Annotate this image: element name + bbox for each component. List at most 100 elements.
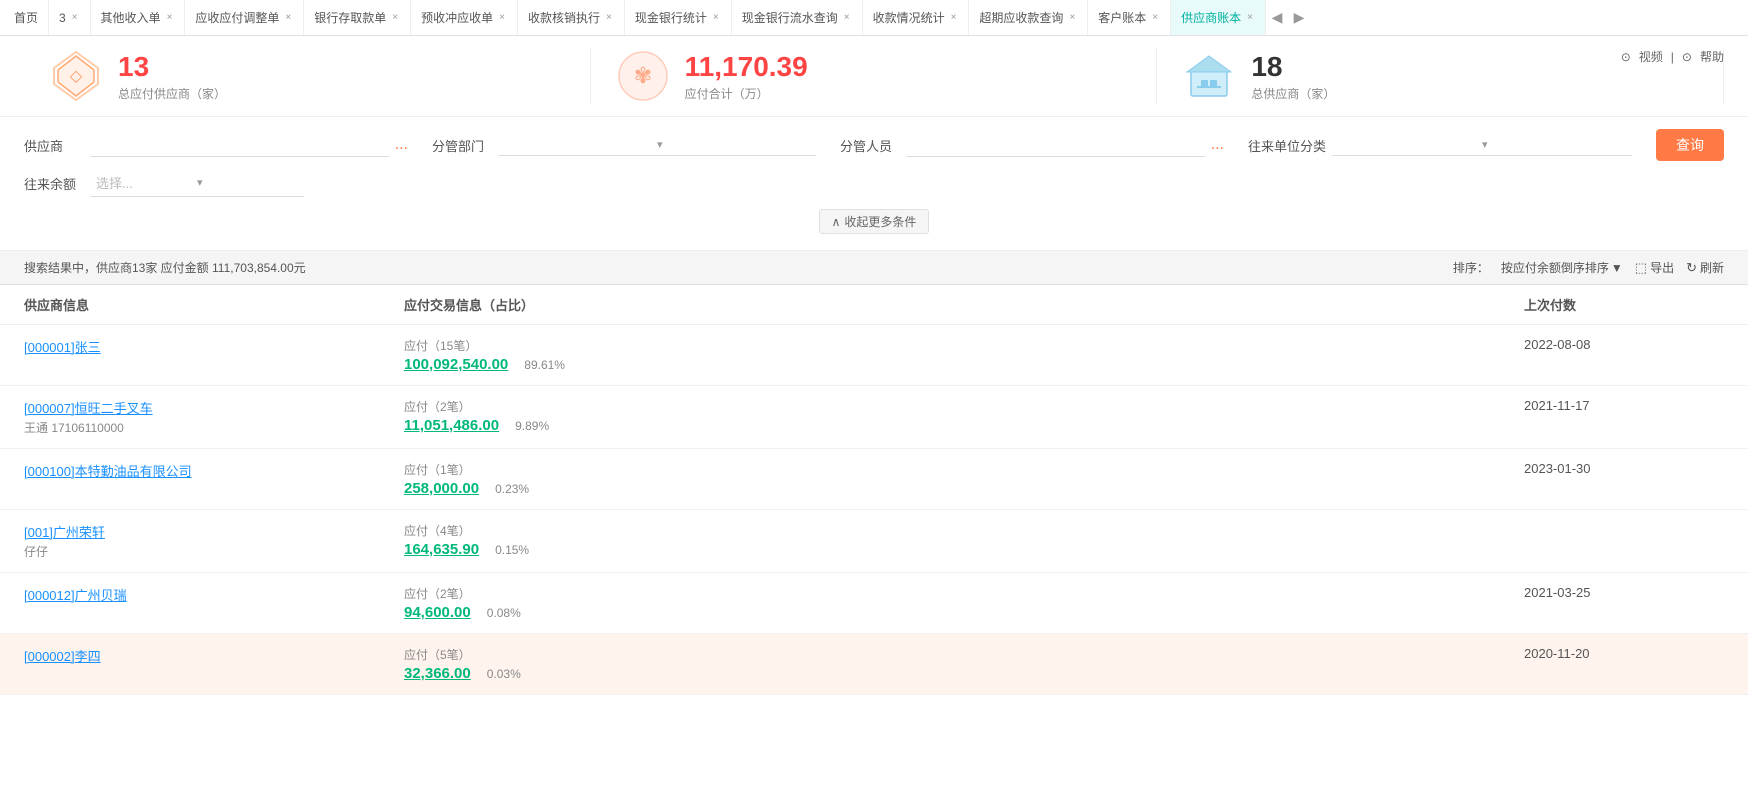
tx-amount-1[interactable]: 100,092,540.00 xyxy=(404,356,508,373)
nav-tab-bank-deposit[interactable]: 银行存取款单 × xyxy=(304,0,411,36)
nav-tab-other-income-close[interactable]: × xyxy=(165,11,175,24)
supplier-info-5: [000012]广州贝瑞 xyxy=(24,585,404,604)
tx-amount-2[interactable]: 11,051,486.00 xyxy=(404,417,499,434)
nav-tab-supplier-ledger-label: 供应商账本 xyxy=(1181,9,1241,26)
table-row[interactable]: [000012]广州贝瑞 应付（2笔） 94,600.00 0.08% 2021… xyxy=(0,573,1748,634)
supplier-link-4[interactable]: [001]广州荣轩 xyxy=(24,522,404,541)
filter-section: 供应商 ... 分管部门 ▾ 分管人员 ... 往来单位分类 ▾ 查询 xyxy=(0,117,1748,251)
supplier-info-4: [001]广州荣轩 仔仔 xyxy=(24,522,404,560)
nav-left-arrow[interactable]: ◀ xyxy=(1266,0,1288,36)
nav-tab-receipt-exec-close[interactable]: × xyxy=(604,11,614,24)
supplier-info-2: [000007]恒旺二手叉车 王通 17106110000 xyxy=(24,398,404,436)
nav-tab-home[interactable]: 首页 xyxy=(4,0,49,36)
supplier-link-1[interactable]: [000001]张三 xyxy=(24,337,404,356)
nav-tab-other-income[interactable]: 其他收入单 × xyxy=(91,0,186,36)
refresh-label: 刷新 xyxy=(1700,259,1724,276)
supplier-name-5: 广州贝瑞 xyxy=(75,588,127,603)
nav-tab-receipt-stat[interactable]: 收款情况统计 × xyxy=(863,0,970,36)
person-input[interactable] xyxy=(906,133,1205,157)
shop-icon xyxy=(1181,48,1237,104)
search-button[interactable]: 查询 xyxy=(1656,129,1724,161)
tx-amount-4[interactable]: 164,635.90 xyxy=(404,541,479,558)
category-label: 往来单位分类 xyxy=(1248,136,1326,155)
collapse-bar: ∧ 收起更多条件 xyxy=(24,205,1724,242)
refresh-button[interactable]: ↻ 刷新 xyxy=(1686,259,1724,276)
table-header: 供应商信息 应付交易信息（占比） 上次付数 xyxy=(0,285,1748,325)
table-row[interactable]: [000001]张三 应付（15笔） 100,092,540.00 89.61%… xyxy=(0,325,1748,386)
supplier-name-6: 李四 xyxy=(75,649,101,664)
nav-tab-prepay-ar[interactable]: 预收冲应收单 × xyxy=(411,0,518,36)
nav-tab-cash-bank-stat-close[interactable]: × xyxy=(711,11,721,24)
table-row[interactable]: [001]广州荣轩 仔仔 应付（4笔） 164,635.90 0.15% xyxy=(0,510,1748,573)
nav-tab-customer-ledger-close[interactable]: × xyxy=(1150,11,1160,24)
transaction-info-4: 应付（4笔） 164,635.90 0.15% xyxy=(404,522,1524,558)
sort-button[interactable]: 按应付余额倒序排序 ▼ xyxy=(1501,259,1623,276)
nav-tab-customer-ledger[interactable]: 客户账本 × xyxy=(1088,0,1171,36)
tx-percent-2: 9.89% xyxy=(515,419,549,433)
table-row[interactable]: [000002]李四 应付（5笔） 32,366.00 0.03% 2020-1… xyxy=(0,634,1748,695)
nav-tab-prepay-ar-close[interactable]: × xyxy=(497,11,507,24)
nav-tab-cash-flow-close[interactable]: × xyxy=(842,11,852,24)
nav-tab-cash-flow[interactable]: 现金银行流水查询 × xyxy=(732,0,863,36)
filter-row-2: 往来余额 选择... ▾ xyxy=(24,169,1724,197)
nav-tab-ar-adjust[interactable]: 应收应付调整单 × xyxy=(185,0,304,36)
tx-percent-6: 0.03% xyxy=(487,667,521,681)
nav-tab-supplier-ledger[interactable]: 供应商账本 × xyxy=(1171,0,1266,36)
collapse-button[interactable]: ∧ 收起更多条件 xyxy=(819,209,930,234)
supplier-name-4: 广州荣轩 xyxy=(53,525,105,540)
table-row[interactable]: [000100]本特勤油品有限公司 应付（1笔） 258,000.00 0.23… xyxy=(0,449,1748,510)
nav-tab-overdue-ar-close[interactable]: × xyxy=(1067,11,1077,24)
lastpay-date-5: 2021-03-25 xyxy=(1524,585,1591,600)
lastpay-6: 2020-11-20 xyxy=(1524,646,1724,661)
nav-tab-overdue-ar[interactable]: 超期应收款查询 × xyxy=(969,0,1088,36)
supplier-input[interactable] xyxy=(90,133,389,157)
supplier-code-3: [000100] xyxy=(24,464,75,479)
total-suppliers-number: 18 xyxy=(1251,50,1335,84)
svg-text:✾: ✾ xyxy=(633,63,651,88)
tx-label-1: 应付（15笔） xyxy=(404,337,1524,354)
nav-tab-receipt-stat-close[interactable]: × xyxy=(949,11,959,24)
video-link[interactable]: 视频 xyxy=(1639,48,1663,65)
nav-tab-3[interactable]: 3 × xyxy=(49,0,91,36)
data-table: 供应商信息 应付交易信息（占比） 上次付数 [000001]张三 应付（15笔）… xyxy=(0,285,1748,809)
payable-amount-label: 应付合计（万） xyxy=(685,85,808,102)
nav-tab-bank-deposit-close[interactable]: × xyxy=(390,11,400,24)
tx-amount-3[interactable]: 258,000.00 xyxy=(404,480,479,497)
nav-tab-cash-bank-stat[interactable]: 现金银行统计 × xyxy=(625,0,732,36)
table-row[interactable]: [000007]恒旺二手叉车 王通 17106110000 应付（2笔） 11,… xyxy=(0,386,1748,449)
help-link[interactable]: 帮助 xyxy=(1700,48,1724,65)
tx-amount-5[interactable]: 94,600.00 xyxy=(404,604,471,621)
sort-value: 按应付余额倒序排序 xyxy=(1501,259,1609,276)
nav-tab-receipt-stat-label: 收款情况统计 xyxy=(873,9,945,26)
tx-label-6: 应付（5笔） xyxy=(404,646,1524,663)
results-bar: 搜索结果中，供应商13家 应付金额 111,703,854.00元 排序： 按应… xyxy=(0,251,1748,285)
nav-tab-home-label: 首页 xyxy=(14,9,38,26)
payable-suppliers-number: 13 xyxy=(118,50,226,84)
export-button[interactable]: ⬚ 导出 xyxy=(1635,259,1674,276)
nav-tab-supplier-ledger-close[interactable]: × xyxy=(1245,11,1255,24)
payable-amount-number: 11,170.39 xyxy=(685,50,808,84)
supplier-link-3[interactable]: [000100]本特勤油品有限公司 xyxy=(24,461,404,480)
rice-icon: ✾ xyxy=(615,48,671,104)
nav-tab-bank-deposit-label: 银行存取款单 xyxy=(314,9,386,26)
lastpay-3: 2023-01-30 xyxy=(1524,461,1724,476)
nav-tab-ar-adjust-close[interactable]: × xyxy=(283,11,293,24)
supplier-dots[interactable]: ... xyxy=(395,136,408,154)
person-filter: 分管人员 ... xyxy=(840,133,1224,157)
supplier-link-5[interactable]: [000012]广州贝瑞 xyxy=(24,585,404,604)
supplier-link-2[interactable]: [000007]恒旺二手叉车 xyxy=(24,398,404,417)
summary-bar: ◇ 13 总应付供应商（家） ✾ 11,170.39 应付合计（万） xyxy=(0,36,1748,117)
summary-payable-suppliers: ◇ 13 总应付供应商（家） xyxy=(24,48,591,104)
tx-amount-6[interactable]: 32,366.00 xyxy=(404,665,471,682)
nav-tab-3-close[interactable]: × xyxy=(70,11,80,24)
supplier-link-6[interactable]: [000002]李四 xyxy=(24,646,404,665)
nav-right-arrow[interactable]: ▶ xyxy=(1288,0,1310,36)
tx-percent-1: 89.61% xyxy=(524,358,565,372)
category-select[interactable]: ▾ xyxy=(1332,134,1632,156)
balance-select[interactable]: 选择... ▾ xyxy=(90,169,304,197)
nav-tab-other-income-label: 其他收入单 xyxy=(101,9,161,26)
nav-tab-receipt-exec[interactable]: 收款核销执行 × xyxy=(518,0,625,36)
person-dots[interactable]: ... xyxy=(1211,136,1224,154)
tx-percent-3: 0.23% xyxy=(495,482,529,496)
dept-select[interactable]: ▾ xyxy=(498,134,816,156)
